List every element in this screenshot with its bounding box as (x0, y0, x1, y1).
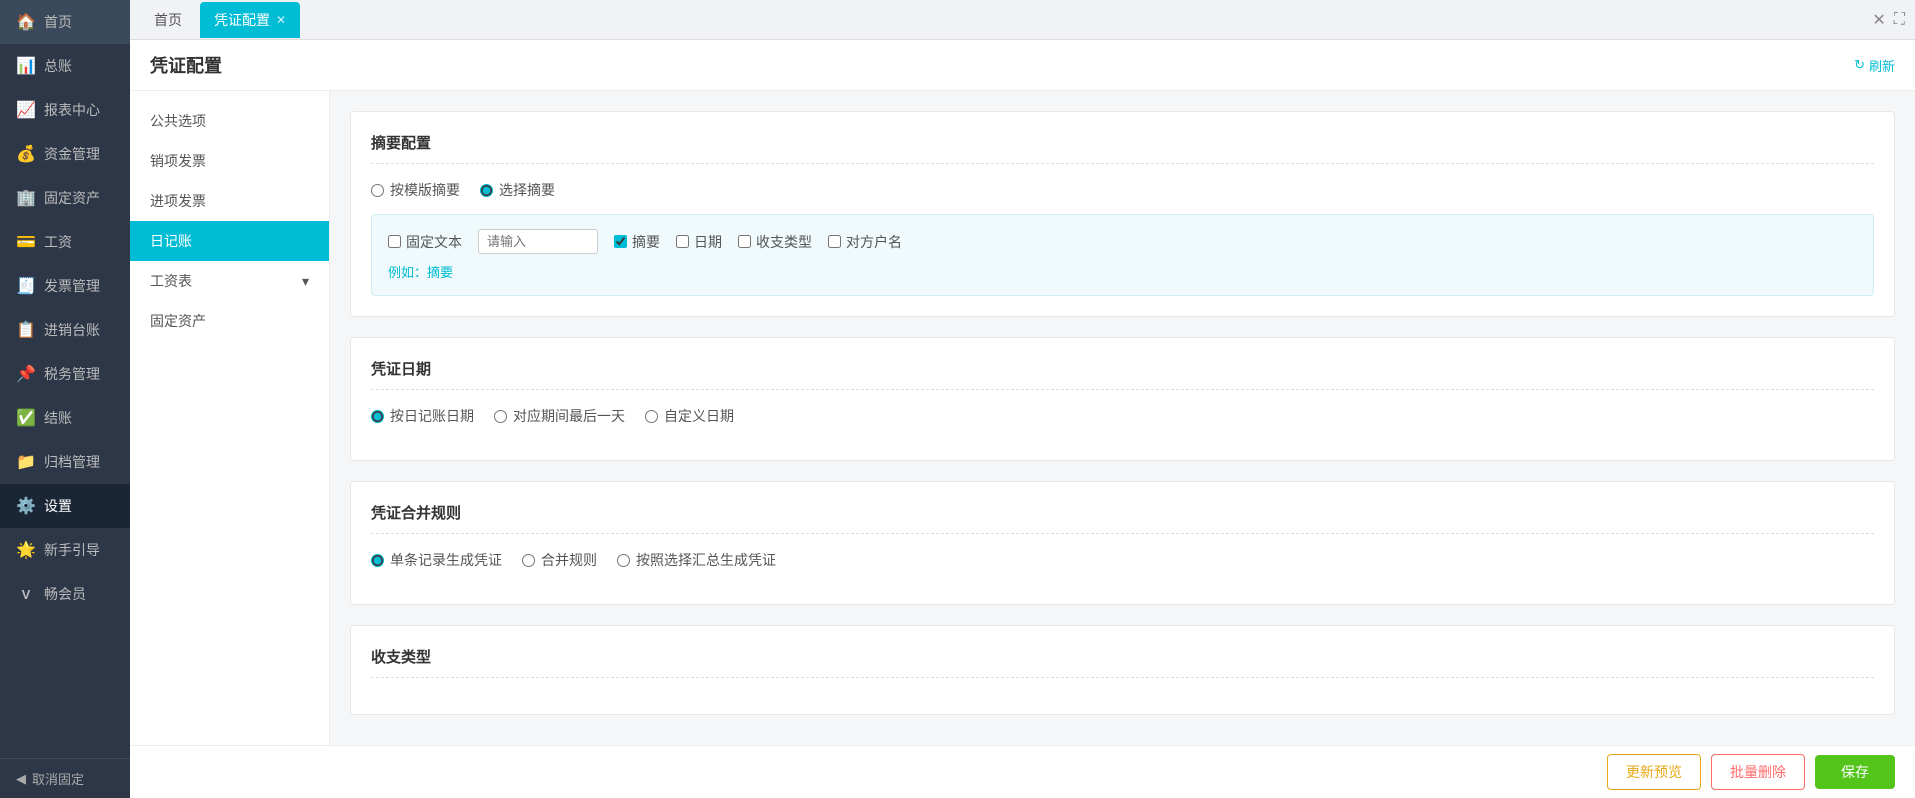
salary-icon: 💳 (16, 232, 36, 252)
trade-icon: 📋 (16, 320, 36, 340)
left-nav: 公共选项 销项发票 进项发票 日记账 工资表 ▾ 固定资产 (130, 91, 330, 745)
assets-icon: 🏢 (16, 188, 36, 208)
checkbox-fixed-text[interactable]: 固定文本 (388, 232, 462, 252)
abstract-section: 摘要配置 按模版摘要 选择摘要 固定文本 (350, 111, 1895, 317)
sidebar-item-salary[interactable]: 💳 工资 (0, 220, 130, 264)
checkbox-date-input[interactable] (676, 235, 689, 248)
sidebar-item-checkout[interactable]: ✅ 结账 (0, 396, 130, 440)
tax-icon: 📌 (16, 364, 36, 384)
refresh-button[interactable]: ↻ 刷新 (1854, 56, 1895, 75)
checkbox-income-type-input[interactable] (738, 235, 751, 248)
page-header: 凭证配置 ↻ 刷新 (130, 40, 1915, 91)
save-button[interactable]: 保存 (1815, 755, 1895, 789)
expand-window-icon[interactable]: ⛶ (1894, 11, 1905, 29)
abstract-checkbox-options: 固定文本 摘要 日期 收支类型 (371, 214, 1874, 296)
sidebar-item-report[interactable]: 📈 报表中心 (0, 88, 130, 132)
report-icon: 📈 (16, 100, 36, 120)
bottom-bar: 更新预览 批量删除 保存 (130, 745, 1915, 798)
member-icon: V (16, 587, 36, 602)
settings-icon: ⚙️ (16, 496, 36, 516)
income-section-title: 收支类型 (371, 646, 1874, 678)
radio-custom-date[interactable]: 自定义日期 (645, 406, 734, 426)
income-section: 收支类型 (350, 625, 1895, 715)
radio-summary[interactable]: 按照选择汇总生成凭证 (617, 550, 776, 570)
radio-summary-input[interactable] (617, 554, 630, 567)
archive-icon: 📁 (16, 452, 36, 472)
radio-select-input[interactable] (480, 184, 493, 197)
close-window-icon[interactable]: ✕ (1872, 10, 1885, 30)
batch-delete-button[interactable]: 批量删除 (1711, 754, 1805, 790)
page-title: 凭证配置 (150, 52, 222, 78)
abstract-radio-group: 按模版摘要 选择摘要 (371, 180, 1874, 200)
content-area: 公共选项 销项发票 进项发票 日记账 工资表 ▾ 固定资产 摘要配置 (130, 91, 1915, 745)
date-section: 凭证日期 按日记账日期 对应期间最后一天 自定义日期 (350, 337, 1895, 461)
payroll-expand-icon: ▾ (302, 273, 309, 290)
sidebar-item-trade[interactable]: 📋 进销台账 (0, 308, 130, 352)
radio-template-input[interactable] (371, 184, 384, 197)
close-tab-icon[interactable]: ✕ (276, 13, 286, 27)
checkbox-abstract[interactable]: 摘要 (614, 232, 660, 252)
refresh-icon: ↻ (1854, 57, 1865, 73)
invoice-icon: 🧾 (16, 276, 36, 296)
home-icon: 🏠 (16, 12, 36, 32)
right-content: 摘要配置 按模版摘要 选择摘要 固定文本 (330, 91, 1915, 745)
tab-home[interactable]: 首页 (140, 2, 196, 38)
tab-bar-actions: ✕ ⛶ (1872, 10, 1905, 30)
radio-period-last-input[interactable] (494, 410, 507, 423)
checkbox-abstract-input[interactable] (614, 235, 627, 248)
main-area: 首页 凭证配置 ✕ ✕ ⛶ 凭证配置 ↻ 刷新 公共选项 销项发票 进项 (130, 0, 1915, 798)
leftnav-purchase[interactable]: 进项发票 (130, 181, 329, 221)
merge-section-title: 凭证合并规则 (371, 502, 1874, 534)
radio-single-input[interactable] (371, 554, 384, 567)
guide-icon: 🌟 (16, 540, 36, 560)
date-section-title: 凭证日期 (371, 358, 1874, 390)
leftnav-journal[interactable]: 日记账 (130, 221, 329, 261)
finance-icon: 💰 (16, 144, 36, 164)
fixed-text-input[interactable] (478, 229, 598, 254)
sidebar-item-assets[interactable]: 🏢 固定资产 (0, 176, 130, 220)
date-radio-group: 按日记账日期 对应期间最后一天 自定义日期 (371, 406, 1874, 426)
sidebar-item-guide[interactable]: 🌟 新手引导 (0, 528, 130, 572)
ledger-icon: 📊 (16, 56, 36, 76)
radio-single[interactable]: 单条记录生成凭证 (371, 550, 502, 570)
radio-merge-input[interactable] (522, 554, 535, 567)
leftnav-fixed-assets[interactable]: 固定资产 (130, 301, 329, 341)
tab-bar: 首页 凭证配置 ✕ ✕ ⛶ (130, 0, 1915, 40)
checkbox-income-type[interactable]: 收支类型 (738, 232, 812, 252)
abstract-checkbox-row: 固定文本 摘要 日期 收支类型 (388, 229, 1857, 254)
abstract-example: 例如：摘要 (388, 262, 1857, 281)
abstract-section-title: 摘要配置 (371, 132, 1874, 164)
checkbox-counterpart[interactable]: 对方户名 (828, 232, 902, 252)
leftnav-public[interactable]: 公共选项 (130, 101, 329, 141)
radio-journal-date-input[interactable] (371, 410, 384, 423)
merge-section: 凭证合并规则 单条记录生成凭证 合并规则 按照选择汇总生成凭证 (350, 481, 1895, 605)
sidebar-item-member[interactable]: V 畅会员 (0, 572, 130, 616)
radio-custom-date-input[interactable] (645, 410, 658, 423)
checkbox-date[interactable]: 日期 (676, 232, 722, 252)
merge-radio-group: 单条记录生成凭证 合并规则 按照选择汇总生成凭证 (371, 550, 1874, 570)
radio-template-abstract[interactable]: 按模版摘要 (371, 180, 460, 200)
sidebar-item-finance[interactable]: 💰 资金管理 (0, 132, 130, 176)
radio-merge[interactable]: 合并规则 (522, 550, 597, 570)
sidebar-item-ledger[interactable]: 📊 总账 (0, 44, 130, 88)
radio-journal-date[interactable]: 按日记账日期 (371, 406, 474, 426)
radio-select-abstract[interactable]: 选择摘要 (480, 180, 555, 200)
sidebar-item-invoice[interactable]: 🧾 发票管理 (0, 264, 130, 308)
sidebar-item-archive[interactable]: 📁 归档管理 (0, 440, 130, 484)
unpin-icon: ◀ (16, 771, 26, 787)
unpin-button[interactable]: ◀ 取消固定 (0, 758, 130, 798)
radio-period-last[interactable]: 对应期间最后一天 (494, 406, 625, 426)
sidebar-item-settings[interactable]: ⚙️ 设置 (0, 484, 130, 528)
update-preview-button[interactable]: 更新预览 (1607, 754, 1701, 790)
checkbox-counterpart-input[interactable] (828, 235, 841, 248)
tab-voucher[interactable]: 凭证配置 ✕ (200, 2, 300, 38)
sidebar-item-tax[interactable]: 📌 税务管理 (0, 352, 130, 396)
sidebar-item-home[interactable]: 🏠 首页 (0, 0, 130, 44)
leftnav-payroll[interactable]: 工资表 ▾ (130, 261, 329, 301)
sidebar: 🏠 首页 📊 总账 📈 报表中心 💰 资金管理 🏢 固定资产 💳 工资 🧾 发票… (0, 0, 130, 798)
checkout-icon: ✅ (16, 408, 36, 428)
checkbox-fixed-text-input[interactable] (388, 235, 401, 248)
leftnav-sales[interactable]: 销项发票 (130, 141, 329, 181)
